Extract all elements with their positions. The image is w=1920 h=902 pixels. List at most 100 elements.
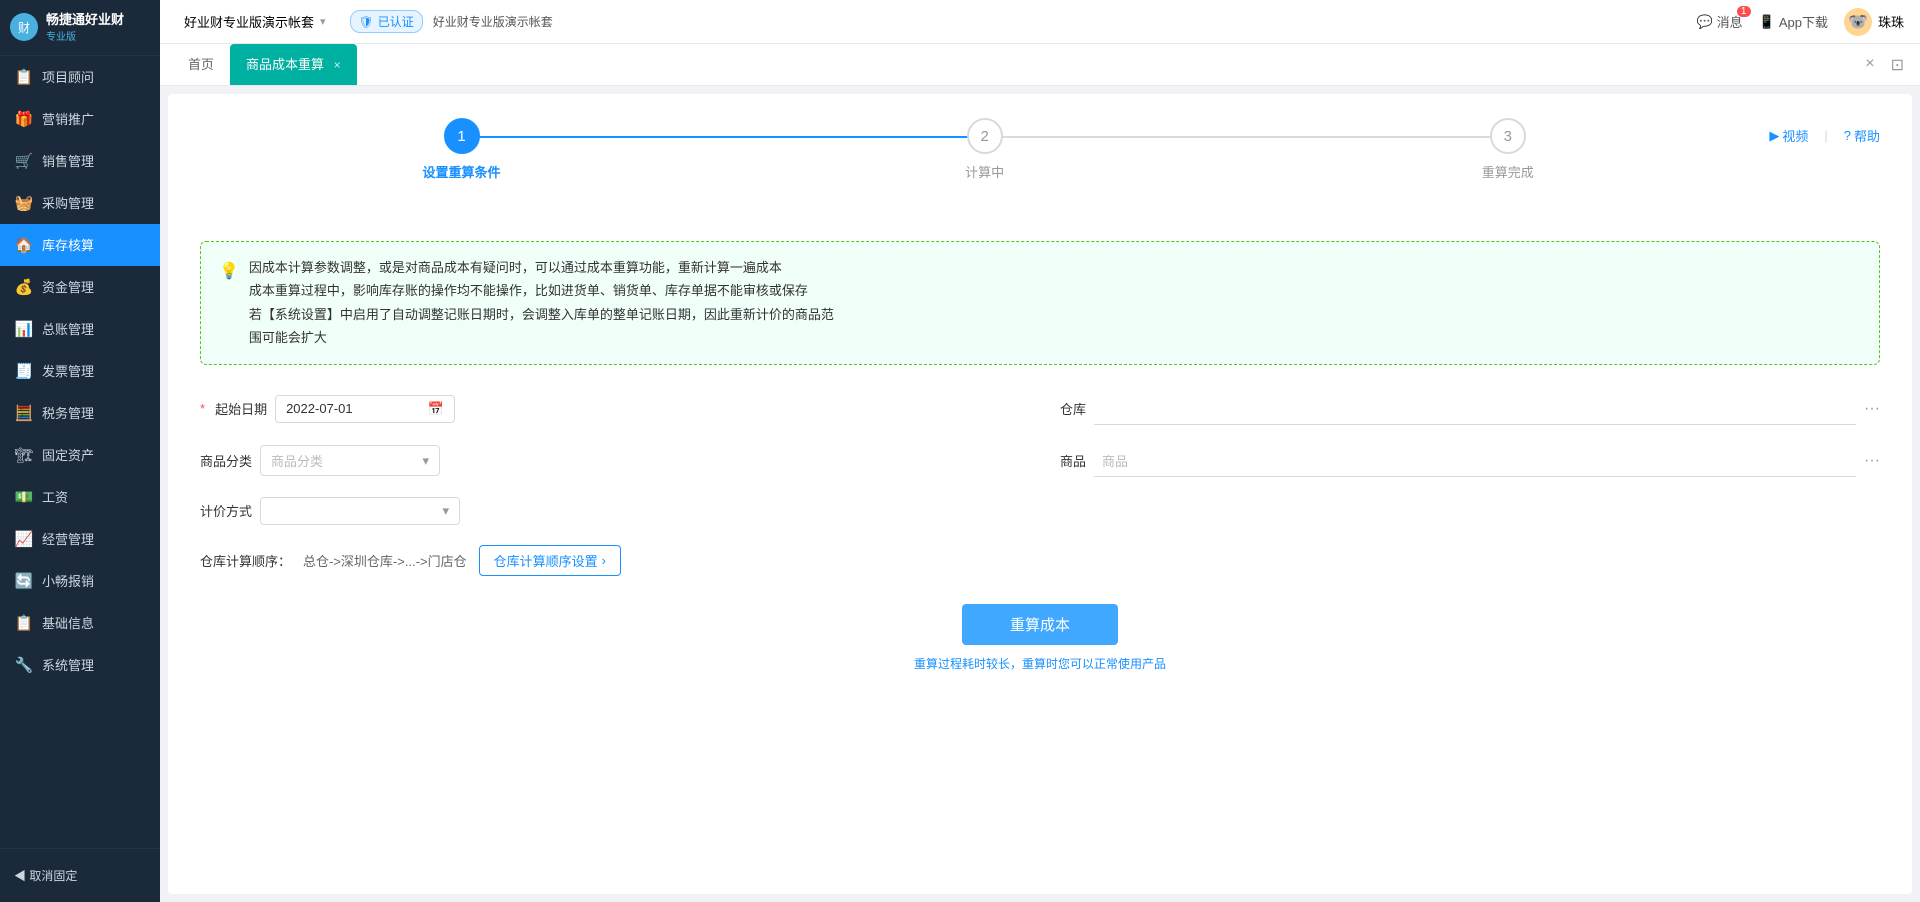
warehouse-order-value: 总仓->深圳仓库->...->门店仓 [303,551,467,570]
sidebar-item-expense[interactable]: 🔄 小畅报销 [0,560,160,602]
app-download-button[interactable]: 📱 App下载 [1759,12,1828,31]
sidebar-item-ledger[interactable]: 📊 总账管理 [0,308,160,350]
form-row-2: 商品分类 商品分类 ▾ 商品 商品 ··· [200,445,1880,477]
message-badge: 1 [1737,6,1751,17]
video-link[interactable]: ▶ 视频 [1769,126,1808,145]
sidebar-bottom: ◀ 取消固定 [0,848,160,902]
message-icon: 💬 [1696,14,1712,30]
recalc-section: 重算成本 重算过程耗时较长，重算时您可以正常使用产品 [200,604,1880,672]
window-expand-button[interactable]: ⊡ [1887,51,1908,79]
sidebar-item-marketing[interactable]: 🎁 营销推广 [0,98,160,140]
goods-more-icon[interactable]: ··· [1864,452,1880,470]
sidebar-item-operation[interactable]: 📈 经营管理 [0,518,160,560]
tab-home[interactable]: 首页 [172,44,230,85]
step-1: 1 设置重算条件 [200,118,723,181]
step-2-circle: 2 [967,118,1003,154]
required-mark: * [200,401,205,416]
sidebar-item-project[interactable]: 📋 项目顾问 [0,56,160,98]
step-2-label: 计算中 [965,162,1004,181]
user-name: 珠珠 [1878,12,1904,31]
start-date-input[interactable]: 2022-07-01 📅 [275,395,455,423]
sidebar-item-basic[interactable]: 📋 基础信息 [0,602,160,644]
topbar: 好业财专业版演示帐套 ▾ 🛡 已认证 好业财专业版演示帐套 💬 消息 1 📱 A… [160,0,1920,44]
page-content: 1 设置重算条件 2 计算中 3 [168,94,1912,894]
calendar-icon: 📅 [428,401,444,417]
pricing-select[interactable]: ▾ [260,497,460,525]
warehouse-order-settings-button[interactable]: 仓库计算顺序设置 › [479,545,621,576]
tab-close-icon[interactable]: × [334,58,341,72]
tax-icon: 🧮 [14,403,34,423]
form-row-1: * 起始日期 2022-07-01 📅 仓库 ··· [200,393,1880,425]
sidebar-item-purchase[interactable]: 🧺 采购管理 [0,182,160,224]
start-date-label: 起始日期 [215,399,267,418]
warehouse-order-label: 仓库计算顺序： [200,551,291,570]
help-link[interactable]: ? 帮助 [1844,126,1880,145]
goods-field: 商品 商品 ··· [1060,445,1880,477]
main-content: 好业财专业版演示帐套 ▾ 🛡 已认证 好业财专业版演示帐套 💬 消息 1 📱 A… [160,0,1920,902]
steps-container: 1 设置重算条件 2 计算中 3 [200,118,1769,181]
step-3: 3 重算完成 [1246,118,1769,181]
start-date-field: * 起始日期 2022-07-01 📅 [200,395,1020,423]
recalc-button[interactable]: 重算成本 [962,604,1118,645]
bulb-icon: 💡 [219,258,239,350]
cancel-pin-button[interactable]: ◀ 取消固定 [0,859,160,892]
topbar-right: 💬 消息 1 📱 App下载 🐨 珠珠 [1696,8,1904,36]
category-select[interactable]: 商品分类 ▾ [260,445,440,476]
goods-label: 商品 [1060,451,1086,470]
goods-input[interactable]: 商品 [1094,445,1856,477]
tabs-bar: 首页 商品成本重算 × × ⊡ [160,44,1920,86]
category-label: 商品分类 [200,451,252,470]
marketing-icon: 🎁 [14,109,34,129]
sidebar-logo: 财 畅捷通好业财 专业版 [0,0,160,56]
expense-icon: 🔄 [14,571,34,591]
step-3-label: 重算完成 [1482,162,1534,181]
salary-icon: 💵 [14,487,34,507]
operation-icon: 📈 [14,529,34,549]
window-controls: × ⊡ [1861,51,1908,79]
account-chevron-icon: ▾ [320,15,326,28]
app-logo-text: 畅捷通好业财 专业版 [46,12,124,43]
sidebar-item-fixedasset[interactable]: 🏗 固定资产 [0,434,160,476]
steps-top-right: ▶ 视频 | ? 帮助 [1769,118,1880,145]
system-icon: 🔧 [14,655,34,675]
phone-icon: 📱 [1759,14,1775,30]
warehouse-chevron-icon: › [602,553,606,568]
sidebar-item-salary[interactable]: 💵 工资 [0,476,160,518]
recalc-hint: 重算过程耗时较长，重算时您可以正常使用产品 [914,655,1166,672]
pricing-field: 计价方式 ▾ [200,497,1020,525]
account-selector[interactable]: 好业财专业版演示帐套 ▾ [176,8,334,35]
tab-cost-recalc[interactable]: 商品成本重算 × [230,44,357,85]
purchase-icon: 🧺 [14,193,34,213]
basic-icon: 📋 [14,613,34,633]
info-box: 💡 因成本计算参数调整，或是对商品成本有疑问时，可以通过成本重算功能，重新计算一… [200,241,1880,365]
sidebar-item-tax[interactable]: 🧮 税务管理 [0,392,160,434]
category-chevron-icon: ▾ [422,453,429,469]
warehouse-order-row: 仓库计算顺序： 总仓->深圳仓库->...->门店仓 仓库计算顺序设置 › [200,545,1880,576]
verified-badge: 🛡 已认证 [350,10,423,33]
avatar: 🐨 [1844,8,1872,36]
step-3-circle: 3 [1490,118,1526,154]
info-text: 因成本计算参数调整，或是对商品成本有疑问时，可以通过成本重算功能，重新计算一遍成… [249,256,834,350]
user-profile[interactable]: 🐨 珠珠 [1844,8,1904,36]
sidebar: 财 畅捷通好业财 专业版 📋 项目顾问 🎁 营销推广 🛒 销售管理 🧺 采购管理… [0,0,160,902]
help-icon: ? [1844,128,1851,143]
step-1-circle: 1 [444,118,480,154]
sidebar-item-system[interactable]: 🔧 系统管理 [0,644,160,686]
sidebar-item-invoice[interactable]: 🧾 发票管理 [0,350,160,392]
warehouse-field: 仓库 ··· [1060,393,1880,425]
video-icon: ▶ [1769,128,1779,144]
window-close-button[interactable]: × [1861,51,1878,79]
account-name: 好业财专业版演示帐套 [184,12,314,31]
message-button[interactable]: 💬 消息 1 [1696,12,1742,31]
warehouse-more-icon[interactable]: ··· [1864,400,1880,418]
sidebar-item-sales[interactable]: 🛒 销售管理 [0,140,160,182]
sidebar-item-finance[interactable]: 💰 资金管理 [0,266,160,308]
verified-section: 🛡 已认证 好业财专业版演示帐套 [350,10,553,33]
warehouse-label: 仓库 [1060,399,1086,418]
finance-icon: 💰 [14,277,34,297]
step-1-label: 设置重算条件 [423,162,501,181]
app-logo-icon: 财 [10,13,38,41]
sidebar-item-inventory[interactable]: 🏠 库存核算 [0,224,160,266]
invoice-icon: 🧾 [14,361,34,381]
shield-icon: 🛡 [359,15,374,29]
